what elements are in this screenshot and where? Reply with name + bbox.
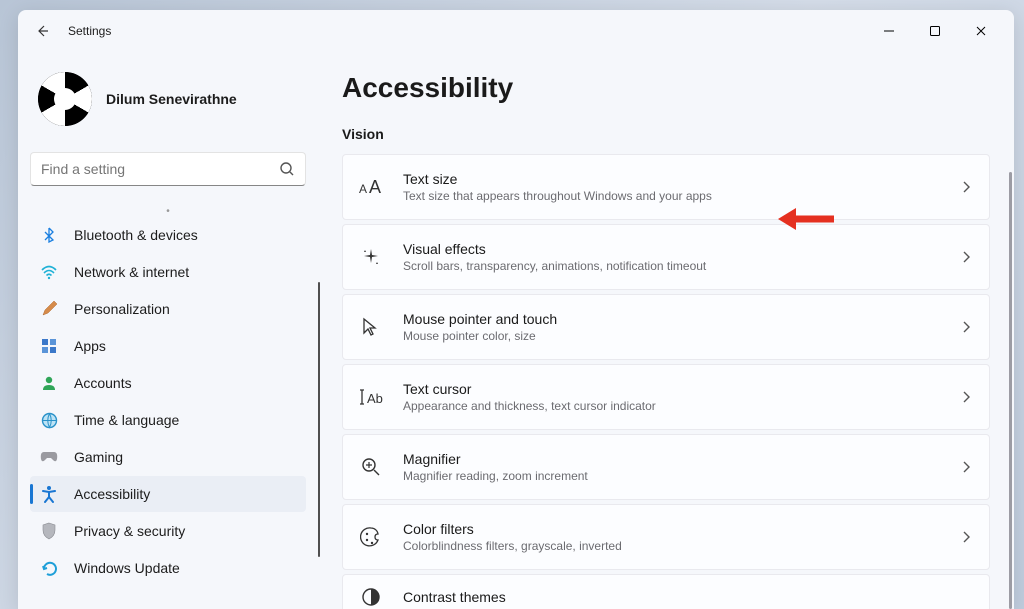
- sidebar-item-accessibility[interactable]: Accessibility: [30, 476, 306, 512]
- card-visual-effects[interactable]: Visual effects Scroll bars, transparency,…: [342, 224, 990, 290]
- profile-block[interactable]: Dilum Senevirathne: [30, 52, 306, 152]
- main-scrollbar[interactable]: [1009, 172, 1012, 609]
- card-color-filters[interactable]: Color filters Colorblindness filters, gra…: [342, 504, 990, 570]
- apps-icon: [40, 337, 58, 355]
- sidebar-item-accounts[interactable]: Accounts: [30, 365, 306, 401]
- search-box[interactable]: [30, 152, 306, 186]
- sparkle-icon: [359, 245, 383, 269]
- update-icon: [40, 559, 58, 577]
- card-subtitle: Scroll bars, transparency, animations, n…: [403, 259, 939, 273]
- shield-icon: [40, 522, 58, 540]
- card-title: Mouse pointer and touch: [403, 311, 939, 327]
- card-title: Text size: [403, 171, 939, 187]
- palette-icon: [359, 525, 383, 549]
- search-icon: [279, 161, 295, 177]
- sidebar-item-apps[interactable]: Apps: [30, 328, 306, 364]
- sidebar-item-label: Privacy & security: [74, 523, 185, 539]
- globe-icon: [40, 411, 58, 429]
- back-arrow-icon: [34, 23, 50, 39]
- magnifier-icon: [359, 455, 383, 479]
- sidebar: Dilum Senevirathne • Bluetooth & devices…: [18, 52, 318, 609]
- sidebar-item-label: Apps: [74, 338, 106, 354]
- sidebar-item-label: Windows Update: [74, 560, 180, 576]
- scroll-indicator-top: •: [30, 206, 306, 216]
- card-subtitle: Mouse pointer color, size: [403, 329, 939, 343]
- sidebar-item-label: Time & language: [74, 412, 179, 428]
- card-title: Magnifier: [403, 451, 939, 467]
- minimize-button[interactable]: [866, 15, 912, 47]
- nav-list: • Bluetooth & devices Network & internet…: [30, 192, 306, 609]
- svg-text:Ab: Ab: [367, 391, 383, 406]
- page-title: Accessibility: [342, 72, 990, 104]
- accessibility-icon: [40, 485, 58, 503]
- card-subtitle: Colorblindness filters, grayscale, inver…: [403, 539, 939, 553]
- card-mouse-pointer-touch[interactable]: Mouse pointer and touch Mouse pointer col…: [342, 294, 990, 360]
- sidebar-item-label: Bluetooth & devices: [74, 227, 198, 243]
- card-text-cursor[interactable]: Ab Text cursor Appearance and thickness, …: [342, 364, 990, 430]
- sidebar-item-label: Gaming: [74, 449, 123, 465]
- avatar: [38, 72, 92, 126]
- card-title: Visual effects: [403, 241, 939, 257]
- card-title: Color filters: [403, 521, 939, 537]
- chevron-right-icon: [959, 390, 973, 404]
- cursor-icon: [359, 315, 383, 339]
- card-text-size[interactable]: AA Text size Text size that appears throu…: [342, 154, 990, 220]
- card-subtitle: Appearance and thickness, text cursor in…: [403, 399, 939, 413]
- sidebar-item-label: Network & internet: [74, 264, 189, 280]
- svg-text:A: A: [369, 177, 381, 197]
- window-controls: [866, 15, 1004, 47]
- text-size-icon: AA: [359, 175, 383, 199]
- sidebar-item-privacy-security[interactable]: Privacy & security: [30, 513, 306, 549]
- sidebar-item-label: Personalization: [74, 301, 170, 317]
- bluetooth-icon: [40, 226, 58, 244]
- window-title: Settings: [68, 24, 111, 38]
- card-subtitle: Magnifier reading, zoom increment: [403, 469, 939, 483]
- sidebar-item-bluetooth-devices[interactable]: Bluetooth & devices: [30, 217, 306, 253]
- gamepad-icon: [40, 448, 58, 466]
- card-title: Contrast themes: [403, 589, 973, 605]
- close-icon: [975, 25, 987, 37]
- close-button[interactable]: [958, 15, 1004, 47]
- sidebar-item-label: Accessibility: [74, 486, 150, 502]
- maximize-button[interactable]: [912, 15, 958, 47]
- chevron-right-icon: [959, 250, 973, 264]
- sidebar-item-network-internet[interactable]: Network & internet: [30, 254, 306, 290]
- sidebar-item-windows-update[interactable]: Windows Update: [30, 550, 306, 586]
- main-content: Accessibility Vision AA Text size Text si…: [318, 52, 1014, 609]
- sidebar-item-label: Accounts: [74, 375, 132, 391]
- card-title: Text cursor: [403, 381, 939, 397]
- chevron-right-icon: [959, 530, 973, 544]
- chevron-right-icon: [959, 180, 973, 194]
- cards-list: AA Text size Text size that appears throu…: [342, 154, 990, 609]
- profile-name: Dilum Senevirathne: [106, 91, 237, 107]
- brush-icon: [40, 300, 58, 318]
- chevron-right-icon: [959, 460, 973, 474]
- sidebar-item-personalization[interactable]: Personalization: [30, 291, 306, 327]
- card-contrast-themes[interactable]: Contrast themes: [342, 574, 990, 609]
- settings-window: Settings Dilum Senevirathne • Bluetooth …: [18, 10, 1014, 609]
- wifi-icon: [40, 263, 58, 281]
- section-label: Vision: [342, 126, 990, 142]
- chevron-right-icon: [959, 320, 973, 334]
- sidebar-item-gaming[interactable]: Gaming: [30, 439, 306, 475]
- minimize-icon: [883, 25, 895, 37]
- text-cursor-icon: Ab: [359, 385, 383, 409]
- card-magnifier[interactable]: Magnifier Magnifier reading, zoom increme…: [342, 434, 990, 500]
- titlebar: Settings: [18, 10, 1014, 52]
- back-button[interactable]: [28, 17, 56, 45]
- svg-text:A: A: [359, 182, 367, 196]
- person-icon: [40, 374, 58, 392]
- maximize-icon: [929, 25, 941, 37]
- contrast-icon: [359, 585, 383, 609]
- sidebar-item-time-language[interactable]: Time & language: [30, 402, 306, 438]
- search-input[interactable]: [41, 161, 279, 177]
- card-subtitle: Text size that appears throughout Window…: [403, 189, 939, 203]
